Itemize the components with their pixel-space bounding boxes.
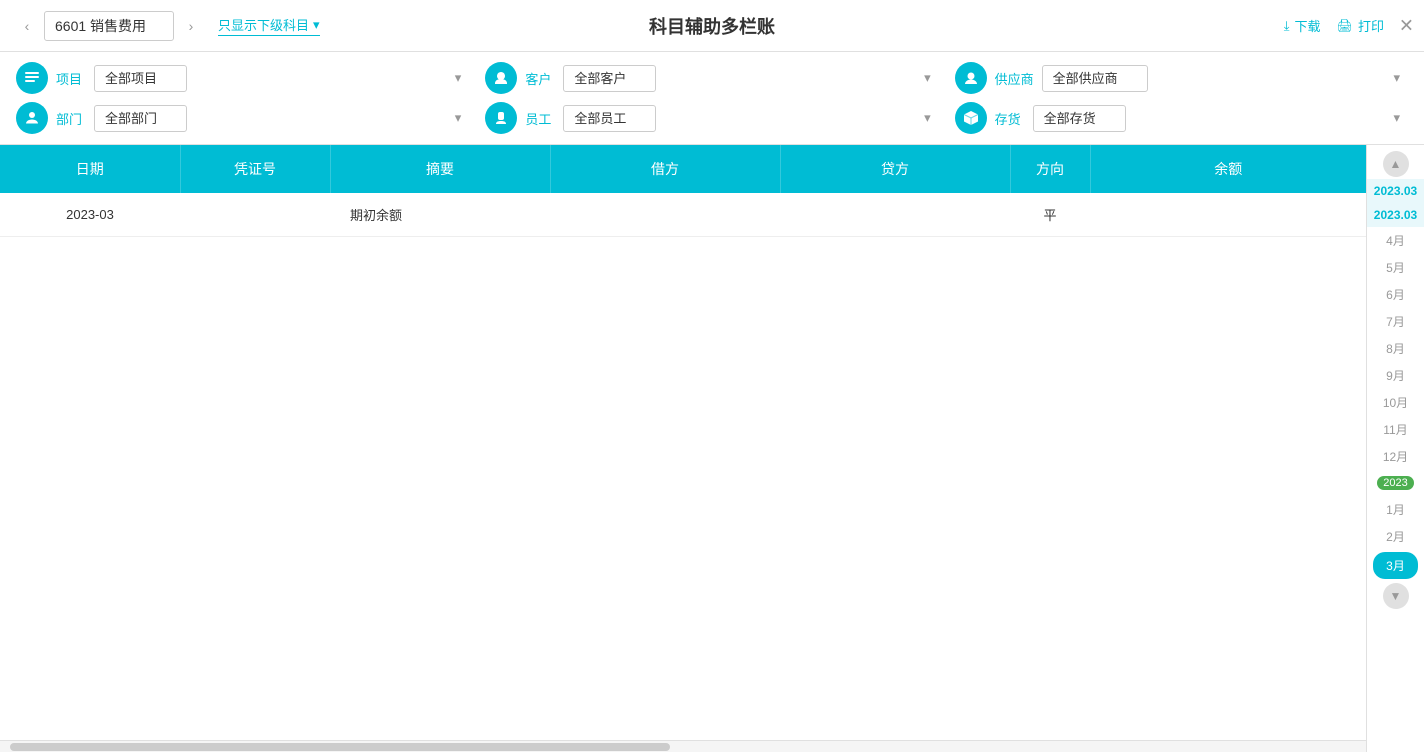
employee-label: 员工 <box>525 109 555 128</box>
chevron-down-icon: ▾ <box>313 17 320 33</box>
col-date: 日期 <box>0 145 180 193</box>
nav-area: ‹ 6601 销售费用 › <box>16 11 202 41</box>
filter-inventory: 存货 全部存货 <box>955 102 1408 134</box>
customer-label: 客户 <box>525 69 555 88</box>
filter-supplier: 供应商 全部供应商 <box>955 62 1408 94</box>
timeline-item-7[interactable]: 7月 <box>1367 308 1424 335</box>
page-title: 科目辅助多栏账 <box>649 13 775 39</box>
year-badge: 2023 <box>1377 476 1413 490</box>
project-icon <box>16 62 48 94</box>
inventory-select-wrapper: 全部存货 <box>1033 105 1408 132</box>
table-body: 2023-03 期初余额 平 <box>0 193 1366 237</box>
timeline-item-9[interactable]: 9月 <box>1367 362 1424 389</box>
cell-date: 2023-03 <box>0 193 180 237</box>
supplier-select-wrapper: 全部供应商 <box>1042 65 1408 92</box>
cell-direction: 平 <box>1010 193 1090 237</box>
print-label: 打印 <box>1358 16 1384 35</box>
col-desc: 摘要 <box>330 145 550 193</box>
table-row: 2023-03 期初余额 平 <box>0 193 1366 237</box>
customer-select[interactable]: 全部客户 <box>563 65 656 92</box>
col-direction: 方向 <box>1010 145 1090 193</box>
filter-employee: 员工 全部员工 <box>485 102 938 134</box>
employee-icon <box>485 102 517 134</box>
horizontal-scrollbar[interactable] <box>0 740 1366 752</box>
filter-customer: 客户 全部客户 <box>485 62 938 94</box>
timeline-item-1[interactable]: 1月 <box>1367 496 1424 523</box>
close-button[interactable]: ✕ <box>1399 15 1414 36</box>
account-code[interactable]: 6601 销售费用 <box>44 11 174 41</box>
col-voucher: 凭证号 <box>180 145 330 193</box>
toolbar-right: ⤓ 下载 🖨 打印 <box>1284 16 1384 35</box>
timeline-item-6[interactable]: 6月 <box>1367 281 1424 308</box>
table-area: 日期 凭证号 摘要 借方 贷方 方向 余额 2023-03 期初余额 <box>0 145 1366 752</box>
col-credit: 贷方 <box>780 145 1010 193</box>
dept-icon <box>16 102 48 134</box>
employee-select-wrapper: 全部员工 <box>563 105 938 132</box>
employee-select[interactable]: 全部员工 <box>563 105 656 132</box>
timeline-item-2[interactable]: 2月 <box>1367 523 1424 550</box>
timeline-up-button[interactable]: ▲ <box>1383 151 1409 177</box>
download-label: 下载 <box>1294 16 1320 35</box>
customer-select-wrapper: 全部客户 <box>563 65 938 92</box>
print-icon: 🖨 <box>1336 18 1353 34</box>
dept-select[interactable]: 全部部门 <box>94 105 187 132</box>
col-balance: 余额 <box>1090 145 1366 193</box>
project-label: 项目 <box>56 69 86 88</box>
titlebar: ‹ 6601 销售费用 › 只显示下级科目 ▾ 科目辅助多栏账 ⤓ 下载 🖨 打… <box>0 0 1424 52</box>
timeline-item-8[interactable]: 8月 <box>1367 335 1424 362</box>
timeline-year-row: 2023 <box>1377 470 1413 496</box>
inventory-icon <box>955 102 987 134</box>
filter-row-2: 部门 全部部门 员工 全部员工 <box>16 102 1408 134</box>
filter-area: 项目 全部项目 客户 全部客户 <box>0 52 1424 145</box>
supplier-select[interactable]: 全部供应商 <box>1042 65 1148 92</box>
customer-icon <box>485 62 517 94</box>
timeline: ▲ 2023.03 2023.03 4月 5月 6月 7月 8月 9月 10月 … <box>1366 145 1424 752</box>
main-window: ‹ 6601 销售费用 › 只显示下级科目 ▾ 科目辅助多栏账 ⤓ 下载 🖨 打… <box>0 0 1424 752</box>
inventory-select[interactable]: 全部存货 <box>1033 105 1126 132</box>
timeline-item-11[interactable]: 11月 <box>1367 416 1424 443</box>
main-content: 日期 凭证号 摘要 借方 贷方 方向 余额 2023-03 期初余额 <box>0 145 1424 752</box>
timeline-item-selected-2[interactable]: 2023.03 <box>1367 203 1424 227</box>
download-icon: ⤓ <box>1284 18 1290 34</box>
filter-project: 项目 全部项目 <box>16 62 469 94</box>
filter-row-1: 项目 全部项目 客户 全部客户 <box>16 62 1408 94</box>
col-debit: 借方 <box>550 145 780 193</box>
project-select-wrapper: 全部项目 <box>94 65 469 92</box>
dept-select-wrapper: 全部部门 <box>94 105 469 132</box>
scrollbar-thumb[interactable] <box>10 743 670 751</box>
filter-dept: 部门 全部部门 <box>16 102 469 134</box>
next-button[interactable]: › <box>180 15 202 37</box>
inventory-label: 存货 <box>995 109 1025 128</box>
cell-debit <box>550 193 780 237</box>
timeline-item-3-active[interactable]: 3月 <box>1373 552 1418 579</box>
table-header: 日期 凭证号 摘要 借方 贷方 方向 余额 <box>0 145 1366 193</box>
timeline-item-12[interactable]: 12月 <box>1367 443 1424 470</box>
timeline-item-4[interactable]: 4月 <box>1367 227 1424 254</box>
cell-balance <box>1090 193 1366 237</box>
print-button[interactable]: 🖨 打印 <box>1336 16 1384 35</box>
prev-button[interactable]: ‹ <box>16 15 38 37</box>
cell-credit <box>780 193 1010 237</box>
only-sub-toggle[interactable]: 只显示下级科目 ▾ <box>218 15 320 36</box>
supplier-icon <box>955 62 987 94</box>
timeline-item-selected-1[interactable]: 2023.03 <box>1367 179 1424 203</box>
download-button[interactable]: ⤓ 下载 <box>1284 16 1321 35</box>
data-table: 日期 凭证号 摘要 借方 贷方 方向 余额 2023-03 期初余额 <box>0 145 1366 237</box>
dept-label: 部门 <box>56 109 86 128</box>
supplier-label: 供应商 <box>995 69 1034 88</box>
timeline-down-button[interactable]: ▼ <box>1383 583 1409 609</box>
cell-description: 期初余额 <box>330 193 550 237</box>
project-select[interactable]: 全部项目 <box>94 65 187 92</box>
only-sub-label: 只显示下级科目 <box>218 15 309 34</box>
cell-voucher <box>180 193 330 237</box>
timeline-item-10[interactable]: 10月 <box>1367 389 1424 416</box>
timeline-item-5[interactable]: 5月 <box>1367 254 1424 281</box>
